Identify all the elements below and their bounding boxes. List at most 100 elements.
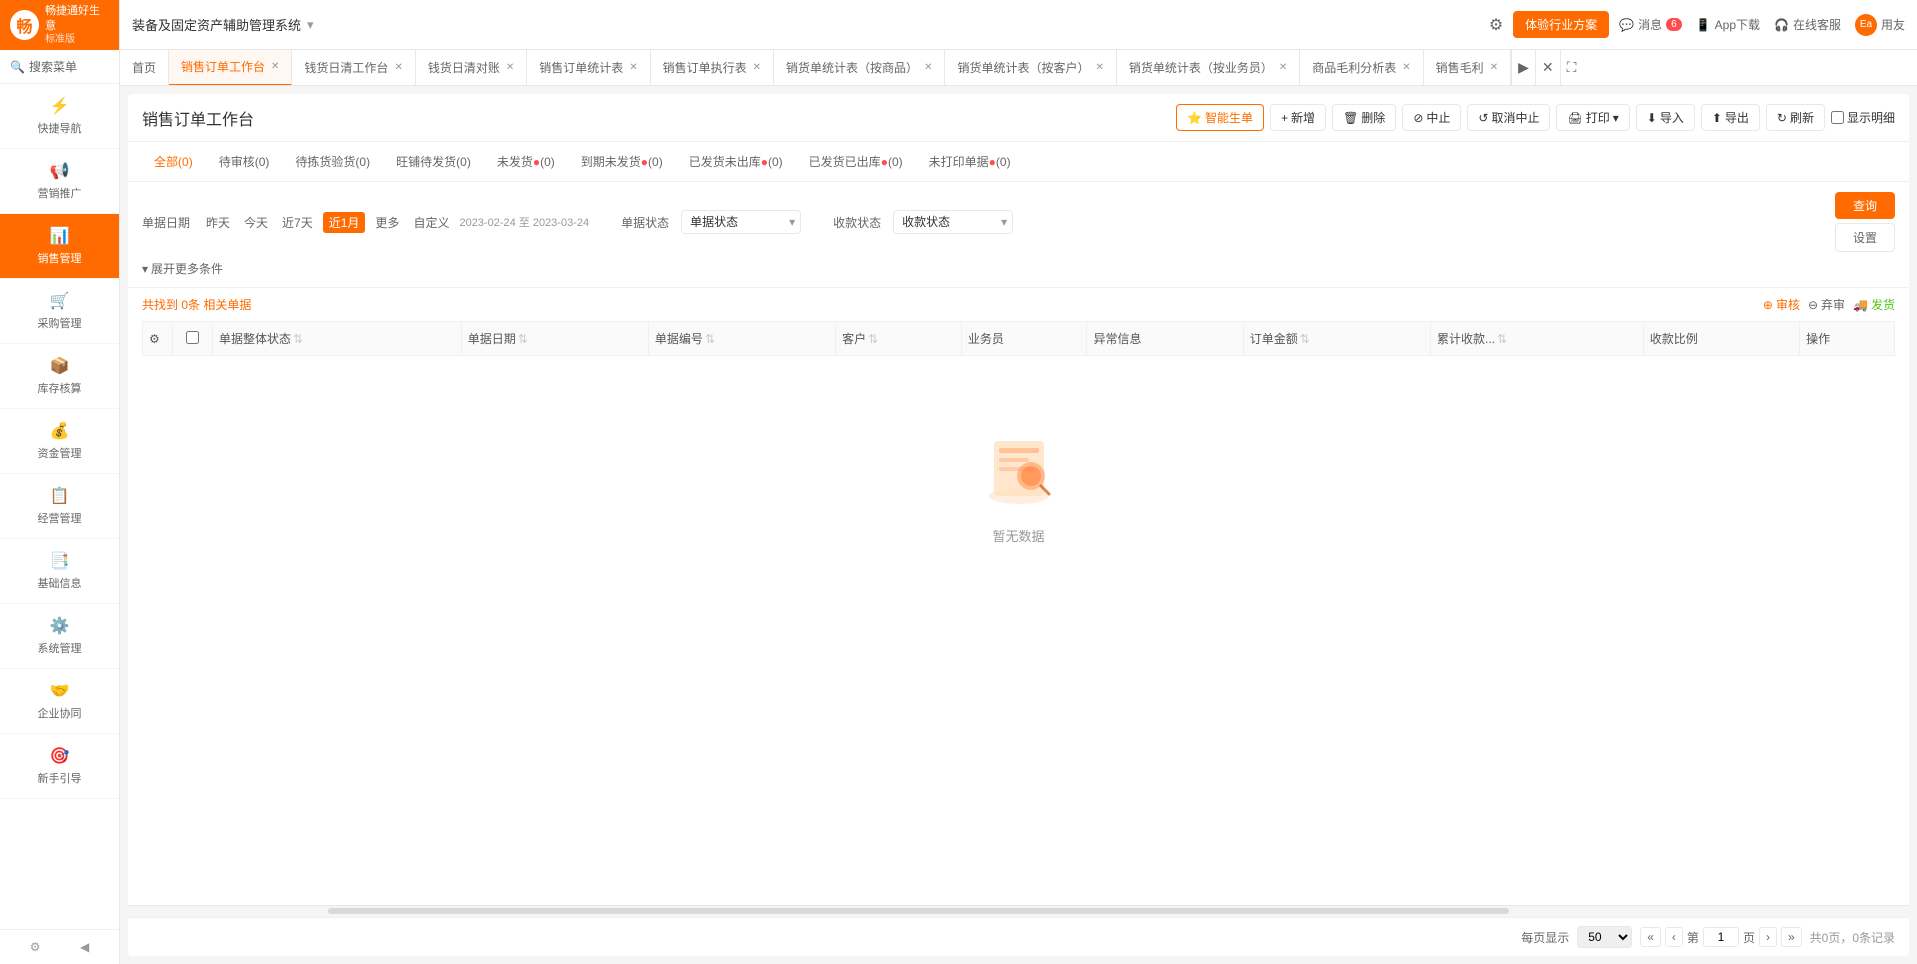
sub-tab-shipped-not-out[interactable]: 已发货未出库●(0) xyxy=(677,147,795,176)
th-bill-date[interactable]: 单据日期⇅ xyxy=(461,322,648,356)
payment-select-wrap: 收款状态 xyxy=(893,210,1013,234)
page-size-select[interactable]: 10 20 50 100 xyxy=(1577,926,1632,948)
tab-sales-margin[interactable]: 销售毛利 ✕ xyxy=(1424,50,1511,86)
online-service-button[interactable]: 🎧 在线客服 xyxy=(1774,16,1841,33)
tab-close-icon[interactable]: ✕ xyxy=(271,61,279,72)
sidebar-item-guide[interactable]: 🎯 新手引导 xyxy=(0,734,119,799)
sidebar-item-system[interactable]: ⚙️ 系统管理 xyxy=(0,604,119,669)
sub-tab-not-shipped[interactable]: 未发货●(0) xyxy=(485,147,567,176)
prev-page-button[interactable]: ‹ xyxy=(1665,927,1683,947)
tab-close-icon[interactable]: ✕ xyxy=(924,62,932,73)
message-button[interactable]: 💬 消息 6 xyxy=(1619,16,1682,33)
sidebar-item-marketing[interactable]: 📢 营销推广 xyxy=(0,149,119,214)
page-number-input[interactable] xyxy=(1703,927,1739,947)
tab-maximize[interactable]: ⛶ xyxy=(1560,50,1583,86)
import-button[interactable]: ⬇ 导入 xyxy=(1636,104,1695,131)
tab-scroll-right[interactable]: ▶ xyxy=(1511,50,1535,86)
next-page-button[interactable]: › xyxy=(1759,927,1777,947)
sub-tab-overdue-not-shipped[interactable]: 到期未发货●(0) xyxy=(569,147,675,176)
sub-tab-shipped-out[interactable]: 已发货已出库●(0) xyxy=(797,147,915,176)
tab-sales-by-salesman[interactable]: 销货单统计表（按业务员） ✕ xyxy=(1117,50,1300,86)
industry-button[interactable]: 体验行业方案 xyxy=(1513,11,1609,38)
horizontal-scrollbar[interactable] xyxy=(128,905,1909,917)
sidebar-item-cooperation[interactable]: 🤝 企业协同 xyxy=(0,669,119,734)
th-bill-status[interactable]: 单据整体状态⇅ xyxy=(213,322,462,356)
th-payment-ratio[interactable]: 收款比例 xyxy=(1643,322,1799,356)
expand-filter-button[interactable]: ▾ 展开更多条件 xyxy=(142,260,223,277)
th-customer[interactable]: 客户⇅ xyxy=(836,322,962,356)
cancel-stop-button[interactable]: ↺ 取消中止 xyxy=(1467,104,1550,131)
sub-tab-pending-pick[interactable]: 待拣货验货(0) xyxy=(283,147,382,176)
sub-tab-pending-review[interactable]: 待审核(0) xyxy=(207,147,282,176)
tab-close-icon[interactable]: ✕ xyxy=(1279,62,1287,73)
tab-sales-workbench[interactable]: 销售订单工作台 ✕ xyxy=(169,50,292,86)
tab-close-icon[interactable]: ✕ xyxy=(394,62,402,73)
smart-create-button[interactable]: ⭐ 智能生单 xyxy=(1176,104,1264,131)
stop-button[interactable]: ⊘ 中止 xyxy=(1402,104,1461,131)
show-detail-checkbox[interactable] xyxy=(1831,111,1844,124)
tab-sales-by-product[interactable]: 销货单统计表（按商品） ✕ xyxy=(774,50,945,86)
tab-sales-exec[interactable]: 销售订单执行表 ✕ xyxy=(651,50,774,86)
sidebar-item-finance[interactable]: 💰 资金管理 xyxy=(0,409,119,474)
anti-audit-button[interactable]: ⊖ 弃审 xyxy=(1808,296,1845,313)
tab-close-icon[interactable]: ✕ xyxy=(629,62,637,73)
tab-sales-by-customer[interactable]: 销货单统计表（按客户） ✕ xyxy=(945,50,1116,86)
tab-close-icon[interactable]: ✕ xyxy=(753,62,761,73)
th-settings[interactable]: ⚙ xyxy=(143,322,173,356)
tab-gross-margin[interactable]: 商品毛利分析表 ✕ xyxy=(1300,50,1423,86)
set-button[interactable]: 设置 xyxy=(1835,223,1895,252)
th-exception[interactable]: 异常信息 xyxy=(1087,322,1243,356)
sidebar-item-operations[interactable]: 📋 经营管理 xyxy=(0,474,119,539)
tab-close-icon[interactable]: ✕ xyxy=(1095,62,1103,73)
query-button[interactable]: 查询 xyxy=(1835,192,1895,219)
print-button[interactable]: 🖨 打印 ▾ xyxy=(1556,104,1629,131)
sidebar-item-inventory[interactable]: 📦 库存核算 xyxy=(0,344,119,409)
date-opt-more[interactable]: 更多 xyxy=(371,212,403,233)
th-checkbox[interactable] xyxy=(173,322,213,356)
sidebar-item-search[interactable]: 🔍 搜索菜单 xyxy=(0,50,119,84)
tab-cash-daily[interactable]: 钱货日清工作台 ✕ xyxy=(292,50,415,86)
export-button[interactable]: ⬆ 导出 xyxy=(1701,104,1760,131)
delete-button[interactable]: 🗑 删除 xyxy=(1332,104,1396,131)
tab-close-icon[interactable]: ✕ xyxy=(1490,62,1498,73)
last-page-button[interactable]: » xyxy=(1781,927,1802,947)
tab-close-all[interactable]: ✕ xyxy=(1535,50,1560,86)
payment-select[interactable]: 收款状态 xyxy=(893,210,1013,234)
deliver-button[interactable]: 🚚 发货 xyxy=(1853,296,1895,313)
show-detail-checkbox-label[interactable]: 显示明细 xyxy=(1831,109,1895,126)
collapse-sidebar-icon[interactable]: ◀ xyxy=(80,940,89,954)
sidebar-item-quick-nav[interactable]: ⚡ 快捷导航 xyxy=(0,84,119,149)
audit-button[interactable]: ⊕ 审核 xyxy=(1763,296,1800,313)
th-salesman[interactable]: 业务员 xyxy=(961,322,1087,356)
dropdown-arrow-icon[interactable]: ▾ xyxy=(307,17,314,33)
date-opt-custom[interactable]: 自定义 xyxy=(409,212,453,233)
sidebar-item-purchase[interactable]: 🛒 采购管理 xyxy=(0,279,119,344)
tab-close-icon[interactable]: ✕ xyxy=(1402,62,1410,73)
refresh-button[interactable]: ↻ 刷新 xyxy=(1766,104,1825,131)
settings-bottom-icon[interactable]: ⚙ xyxy=(30,940,41,954)
sidebar-item-sales[interactable]: 📊 销售管理 xyxy=(0,214,119,279)
date-opt-today[interactable]: 今天 xyxy=(240,212,272,233)
first-page-button[interactable]: « xyxy=(1640,927,1661,947)
date-opt-yesterday[interactable]: 昨天 xyxy=(202,212,234,233)
tab-reconciliation[interactable]: 钱货日清对账 ✕ xyxy=(416,50,527,86)
settings-icon[interactable]: ⚙ xyxy=(1489,15,1503,35)
status-select[interactable]: 单据状态 xyxy=(681,210,801,234)
date-opt-7days[interactable]: 近7天 xyxy=(278,212,317,233)
user-menu-button[interactable]: Ea 用友 xyxy=(1855,14,1905,36)
sub-tab-wangpu-deliver[interactable]: 旺铺待发货(0) xyxy=(384,147,483,176)
th-bill-no[interactable]: 单据编号⇅ xyxy=(648,322,835,356)
new-button[interactable]: + 新增 xyxy=(1270,104,1326,131)
th-order-amount[interactable]: 订单金额⇅ xyxy=(1243,322,1430,356)
sub-tab-not-printed[interactable]: 未打印单据●(0) xyxy=(917,147,1023,176)
sidebar-item-basic-info[interactable]: 📑 基础信息 xyxy=(0,539,119,604)
sub-tab-all[interactable]: 全部(0) xyxy=(142,147,205,176)
tab-close-icon[interactable]: ✕ xyxy=(506,62,514,73)
date-opt-1month[interactable]: 近1月 xyxy=(323,212,366,233)
th-cumulative-payment[interactable]: 累计收款...⇅ xyxy=(1430,322,1643,356)
select-all-checkbox[interactable] xyxy=(186,331,199,344)
tab-sales-stats[interactable]: 销售订单统计表 ✕ xyxy=(527,50,650,86)
scrollbar-thumb[interactable] xyxy=(328,908,1509,914)
app-download-button[interactable]: 📱 App下载 xyxy=(1696,16,1760,33)
tab-home[interactable]: 首页 xyxy=(120,50,169,86)
